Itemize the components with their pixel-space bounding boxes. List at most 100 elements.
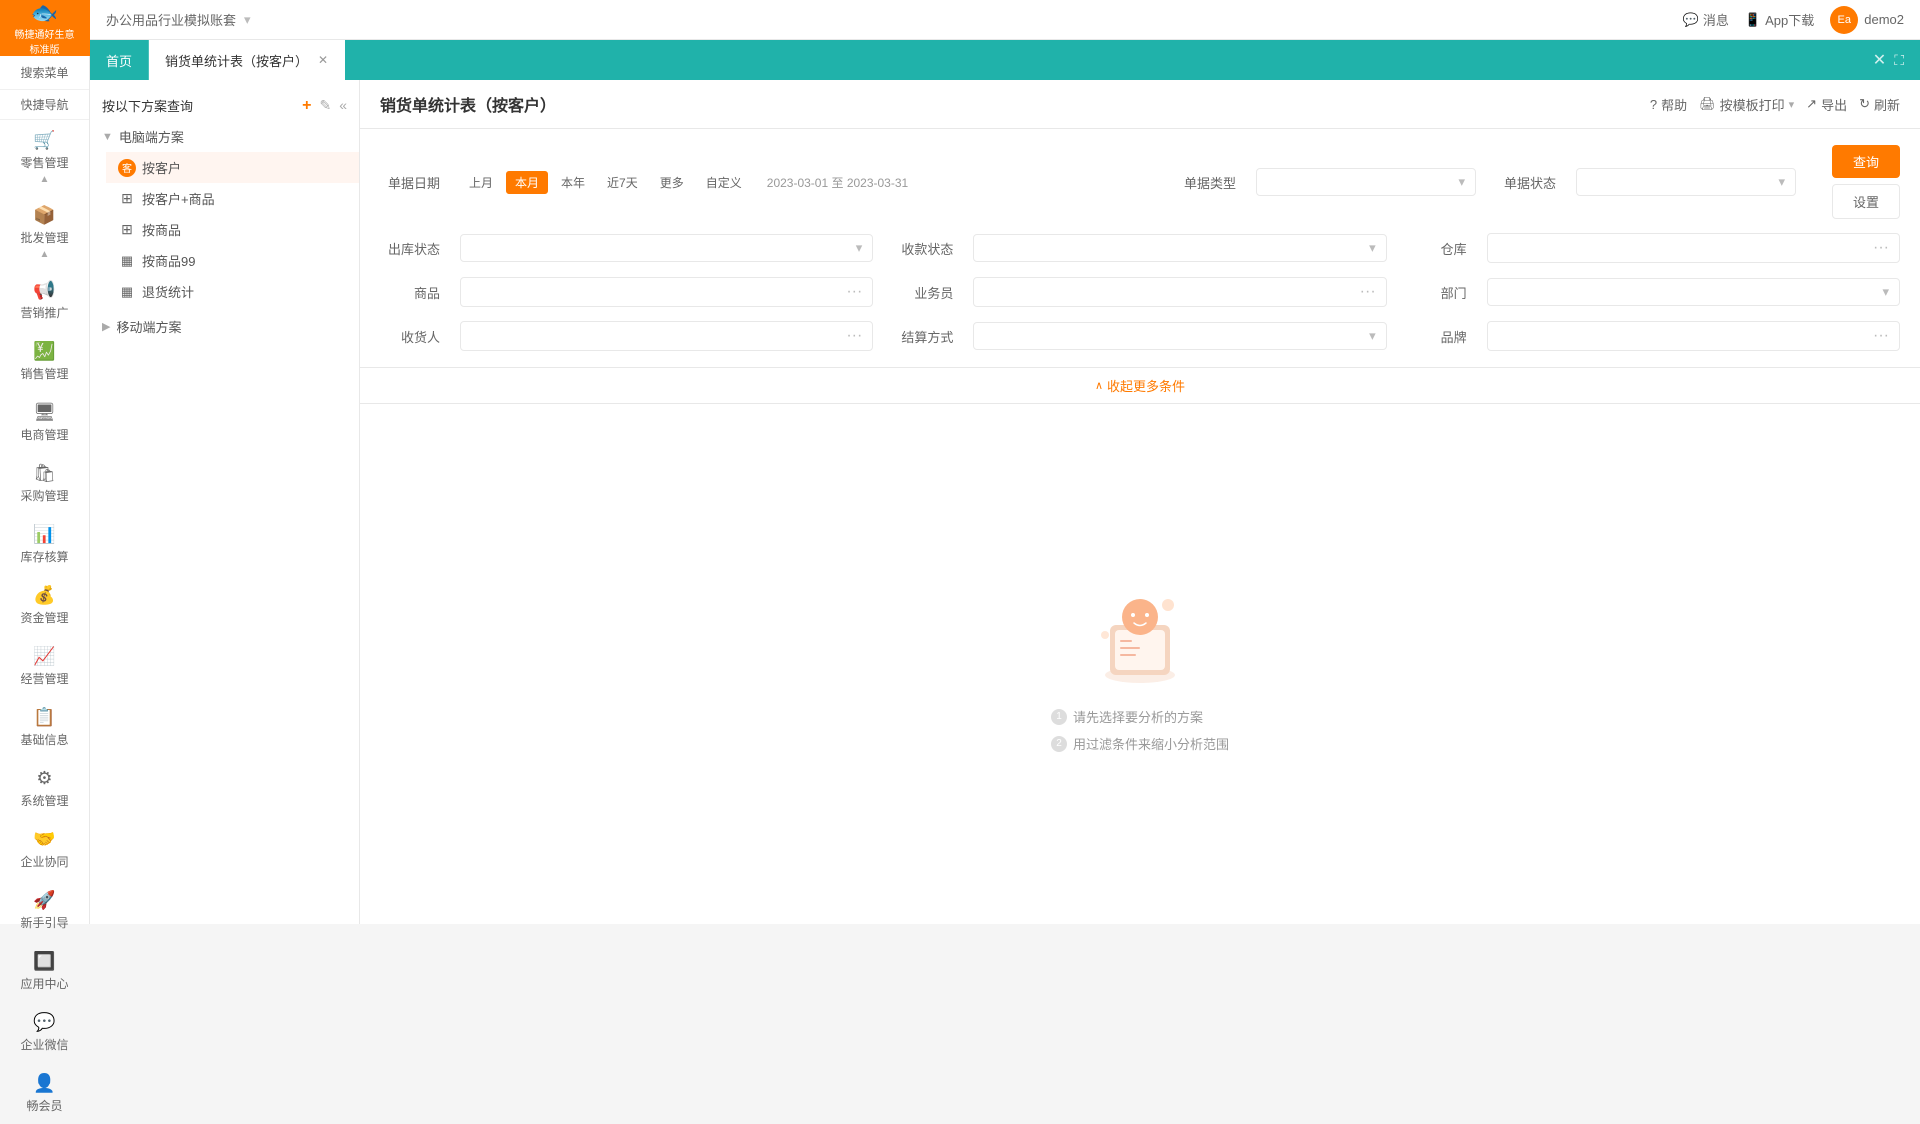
out-status-select[interactable]: ▾ (460, 234, 873, 262)
sidebar-item-wholesale[interactable]: 📦 批发管理 ▲ (0, 195, 89, 270)
settlement-select[interactable]: ▾ (973, 322, 1386, 350)
sidebar-label-member: 畅会员 (26, 1097, 62, 1114)
settings-button[interactable]: 设置 (1832, 184, 1900, 219)
date-tab-more[interactable]: 更多 (651, 171, 693, 194)
lph-actions: + ✎ « (302, 97, 347, 115)
sidebar-item-appcenter[interactable]: 🔲 应用中心 (0, 941, 89, 1002)
date-tab-last-7[interactable]: 近7天 (598, 171, 647, 194)
desktop-arrow: ▼ (102, 131, 113, 143)
goods-dots: ··· (846, 283, 862, 301)
settlement-label: 结算方式 (893, 327, 953, 346)
goods-select[interactable]: ··· (460, 277, 873, 307)
help-btn[interactable]: ? 帮助 (1650, 95, 1687, 114)
warehouse-dots: ··· (1873, 239, 1889, 257)
sidebar-label-inventory: 库存核算 (20, 548, 68, 565)
sidebar-label-retail: 零售管理 (20, 154, 68, 171)
add-scheme-btn[interactable]: + (302, 97, 311, 115)
bill-type-label: 单据类型 (1176, 173, 1236, 192)
sidebar-item-retail[interactable]: 🛒 零售管理 ▲ (0, 120, 89, 195)
receipt-status-select[interactable]: ▾ (973, 234, 1386, 262)
sidebar-search[interactable]: 搜索菜单 (0, 56, 89, 90)
user-area[interactable]: Ea demo2 (1830, 6, 1904, 34)
maximize-btn[interactable]: ⛶ (1894, 52, 1904, 69)
warehouse-select[interactable]: ··· (1487, 233, 1900, 263)
scheme-by-goods[interactable]: ⊞ 按商品 (106, 214, 359, 245)
sidebar-label-system: 系统管理 (20, 792, 68, 809)
tab-home[interactable]: 首页 (90, 40, 149, 80)
message-btn[interactable]: 💬 消息 (1683, 10, 1729, 29)
basic-icon: 📋 (33, 707, 55, 728)
sidebar-item-finance[interactable]: 💰 资金管理 (0, 575, 89, 636)
brand-select[interactable]: ··· (1487, 321, 1900, 351)
tree-section-mobile[interactable]: ▶ 移动端方案 (90, 311, 359, 342)
sidebar-label-wholesale: 批发管理 (20, 229, 68, 246)
sidebar-label-coop: 企业协同 (20, 853, 68, 870)
bill-status-select[interactable]: ▾ (1576, 168, 1796, 196)
edit-scheme-btn[interactable]: ✎ (319, 97, 331, 115)
sidebar-item-coop[interactable]: 🤝 企业协同 (0, 819, 89, 880)
goods-label: 商品 (380, 283, 440, 302)
scheme-by-customer-goods[interactable]: ⊞ 按客户+商品 (106, 183, 359, 214)
collapse-bar[interactable]: ∧ 收起更多条件 (360, 368, 1920, 404)
goods99-label: 按商品99 (142, 251, 195, 270)
close-window-btn[interactable]: ✕ (1873, 50, 1886, 70)
sidebar-label-operations: 经营管理 (20, 670, 68, 687)
sidebar-item-basic[interactable]: 📋 基础信息 (0, 697, 89, 758)
goods-label: 按商品 (142, 220, 181, 239)
consignee-select[interactable]: ··· (460, 321, 873, 351)
topbar-right: 💬 消息 📱 App下载 Ea demo2 (1683, 6, 1904, 34)
sidebar-item-purchase[interactable]: 🛍 采购管理 (0, 453, 89, 514)
sidebar-item-sales[interactable]: 💹 销售管理 (0, 331, 89, 392)
message-label: 消息 (1703, 10, 1729, 29)
desktop-children: 客 按客户 ⊞ 按客户+商品 ⊞ 按商品 ▦ 按商品99 ▦ 退货统计 (90, 152, 359, 307)
sidebar-item-ecommerce[interactable]: 🖥 电商管理 (0, 392, 89, 453)
sidebar-item-member[interactable]: 👤 畅会员 (0, 1063, 89, 1124)
sidebar-label-wechat: 企业微信 (20, 1036, 68, 1053)
salesperson-select[interactable]: ··· (973, 277, 1386, 307)
retail-arrow: ▲ (40, 174, 50, 185)
consignee-dots: ··· (846, 327, 862, 345)
bill-status-chevron: ▾ (1778, 174, 1785, 190)
print-label: 按模板打印 (1720, 95, 1785, 114)
collapse-panel-btn[interactable]: « (339, 97, 347, 115)
breadcrumb-chevron[interactable]: ▾ (244, 12, 251, 28)
content-area: 按以下方案查询 + ✎ « ▼ 电脑端方案 客 按客户 ⊞ 按客户 (90, 80, 1920, 924)
app-download-btn[interactable]: 📱 App下载 (1745, 10, 1814, 29)
sidebar-item-inventory[interactable]: 📊 库存核算 (0, 514, 89, 575)
date-tab-last-month[interactable]: 上月 (460, 171, 502, 194)
goods99-icon: ▦ (118, 252, 136, 270)
sidebar-item-marketing[interactable]: 📢 营销推广 (0, 270, 89, 331)
appcenter-icon: 🔲 (33, 951, 55, 972)
tab-close-btn[interactable]: ✕ (318, 53, 328, 67)
tab-sales-stats[interactable]: 销货单统计表（按客户） ✕ (149, 40, 345, 80)
consignee-label: 收货人 (380, 327, 440, 346)
tree-section-desktop[interactable]: ▼ 电脑端方案 (90, 121, 359, 152)
scheme-by-customer[interactable]: 客 按客户 (106, 152, 359, 183)
sidebar-label-appcenter: 应用中心 (20, 975, 68, 992)
bill-type-select[interactable]: ▾ (1256, 168, 1476, 196)
sidebar-item-operations[interactable]: 📈 经营管理 (0, 636, 89, 697)
print-btn[interactable]: 🖨 按模板打印 ▾ (1699, 95, 1794, 114)
department-select[interactable]: ▾ (1487, 278, 1900, 306)
scheme-return-stats[interactable]: ▦ 退货统计 (106, 276, 359, 307)
query-button[interactable]: 查询 (1832, 145, 1900, 178)
department-label: 部门 (1407, 283, 1467, 302)
date-tab-custom[interactable]: 自定义 (697, 171, 751, 194)
sidebar-item-wechat[interactable]: 💬 企业微信 (0, 1002, 89, 1063)
sidebar-item-system[interactable]: ⚙ 系统管理 (0, 758, 89, 819)
sidebar-quicknav[interactable]: 快捷导航 (0, 90, 89, 120)
export-btn[interactable]: ↗ 导出 (1806, 95, 1847, 114)
tip-text-2: 用过滤条件来缩小分析范围 (1073, 734, 1229, 753)
date-tab-this-year[interactable]: 本年 (552, 171, 594, 194)
wechat-icon: 💬 (33, 1012, 55, 1033)
print-icon: 🖨 (1699, 96, 1716, 112)
logo-icon: 🐟 (31, 0, 58, 26)
refresh-btn[interactable]: ↻ 刷新 (1859, 95, 1900, 114)
sales-stats-tab-label: 销货单统计表（按客户） (165, 51, 308, 70)
mobile-arrow: ▶ (102, 320, 110, 333)
scheme-by-goods-99[interactable]: ▦ 按商品99 (106, 245, 359, 276)
sidebar-item-newbie[interactable]: 🚀 新手引导 (0, 880, 89, 941)
date-tab-this-month[interactable]: 本月 (506, 171, 548, 194)
date-tabs: 上月 本月 本年 近7天 更多 自定义 (460, 171, 751, 194)
help-icon: ? (1650, 97, 1657, 112)
